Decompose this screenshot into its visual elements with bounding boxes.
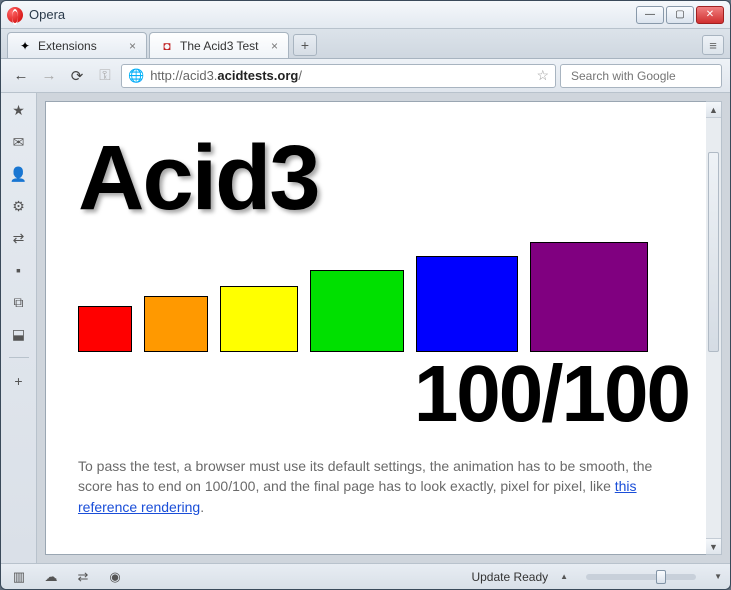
opera-logo-icon[interactable] xyxy=(7,7,23,23)
page-content: Acid3 100/100 To pass the test, a browse… xyxy=(45,101,722,555)
tab-menu-button[interactable]: ≡ xyxy=(702,35,724,55)
panel-icon[interactable]: ▥ xyxy=(9,568,29,586)
status-bar: ▥ ☁ ⇄ ◉ Update Ready ▲ ▼ xyxy=(1,563,730,589)
navigation-bar: ← → ⟳ ⚿ 🌐 http://acid3.acidtests.org/ ☆ xyxy=(1,59,730,93)
acid3-description: To pass the test, a browser must use its… xyxy=(78,456,689,517)
page-icon: ◘ xyxy=(160,39,174,53)
scroll-up-button[interactable]: ▲ xyxy=(706,102,721,118)
camera-icon[interactable]: ◉ xyxy=(105,568,125,586)
sync-icon[interactable]: ⇄ xyxy=(73,568,93,586)
body-row: ★ ✉ 👤 ⚙ ⇄ ▪ ⧉ ⬓ + Acid3 100/100 To pass … xyxy=(1,93,730,563)
plus-icon[interactable]: + xyxy=(8,370,30,392)
desc-text: To pass the test, a browser must use its… xyxy=(78,458,652,494)
window-controls: — ▢ ✕ xyxy=(636,6,724,24)
separator xyxy=(9,357,29,358)
mail-icon[interactable]: ✉ xyxy=(8,131,30,153)
tab-acid3[interactable]: ◘ The Acid3 Test × xyxy=(149,32,289,58)
content-area: Acid3 100/100 To pass the test, a browse… xyxy=(37,93,730,563)
acid3-bar xyxy=(144,296,208,352)
url-text: http://acid3.acidtests.org/ xyxy=(150,68,530,83)
acid3-title: Acid3 xyxy=(78,132,689,224)
cloud-icon[interactable]: ☁ xyxy=(41,568,61,586)
new-tab-button[interactable]: + xyxy=(293,34,317,56)
acid3-bar xyxy=(310,270,404,352)
tab-bar: ✦ Extensions × ◘ The Acid3 Test × + ≡ xyxy=(1,29,730,59)
scroll-down-button[interactable]: ▼ xyxy=(706,538,721,554)
scrollbar[interactable]: ▲ ▼ xyxy=(706,101,722,555)
gear-icon[interactable]: ⚙ xyxy=(8,195,30,217)
acid3-bars xyxy=(78,242,689,352)
tab-title: Extensions xyxy=(38,39,123,53)
chevron-down-icon[interactable]: ▼ xyxy=(714,572,722,581)
acid3-bar xyxy=(78,306,132,352)
forward-button[interactable]: → xyxy=(37,64,61,88)
window-icon[interactable]: ⧉ xyxy=(8,291,30,313)
sidebar: ★ ✉ 👤 ⚙ ⇄ ▪ ⧉ ⬓ + xyxy=(1,93,37,563)
acid3-bar xyxy=(530,242,648,352)
app-name: Opera xyxy=(29,7,636,22)
bookmark-star-icon[interactable]: ☆ xyxy=(536,67,549,84)
titlebar: Opera — ▢ ✕ xyxy=(1,1,730,29)
chevron-up-icon[interactable]: ▲ xyxy=(560,572,568,581)
key-icon[interactable]: ⚿ xyxy=(93,64,117,88)
download-icon[interactable]: ⬓ xyxy=(8,323,30,345)
tab-title: The Acid3 Test xyxy=(180,39,265,53)
globe-icon: 🌐 xyxy=(128,68,144,84)
puzzle-icon: ✦ xyxy=(18,39,32,53)
acid3-score: 100/100 xyxy=(78,354,689,434)
user-icon[interactable]: 👤 xyxy=(8,163,30,185)
back-button[interactable]: ← xyxy=(9,64,33,88)
star-icon[interactable]: ★ xyxy=(8,99,30,121)
desc-suffix: . xyxy=(200,499,204,515)
zoom-slider[interactable] xyxy=(586,574,696,580)
browser-window: Opera — ▢ ✕ ✦ Extensions × ◘ The Acid3 T… xyxy=(0,0,731,590)
reload-button[interactable]: ⟳ xyxy=(65,64,89,88)
tab-close-icon[interactable]: × xyxy=(129,39,136,53)
note-icon[interactable]: ▪ xyxy=(8,259,30,281)
status-text: Update Ready xyxy=(471,570,548,584)
tab-extensions[interactable]: ✦ Extensions × xyxy=(7,32,147,58)
search-input[interactable] xyxy=(571,69,726,83)
search-box[interactable] xyxy=(560,64,722,88)
acid3-bar xyxy=(416,256,518,352)
acid3-bar xyxy=(220,286,298,352)
maximize-button[interactable]: ▢ xyxy=(666,6,694,24)
scroll-thumb[interactable] xyxy=(708,152,719,352)
minimize-button[interactable]: — xyxy=(636,6,664,24)
tab-close-icon[interactable]: × xyxy=(271,39,278,53)
address-bar[interactable]: 🌐 http://acid3.acidtests.org/ ☆ xyxy=(121,64,556,88)
zoom-thumb[interactable] xyxy=(656,570,666,584)
close-button[interactable]: ✕ xyxy=(696,6,724,24)
share-icon[interactable]: ⇄ xyxy=(8,227,30,249)
